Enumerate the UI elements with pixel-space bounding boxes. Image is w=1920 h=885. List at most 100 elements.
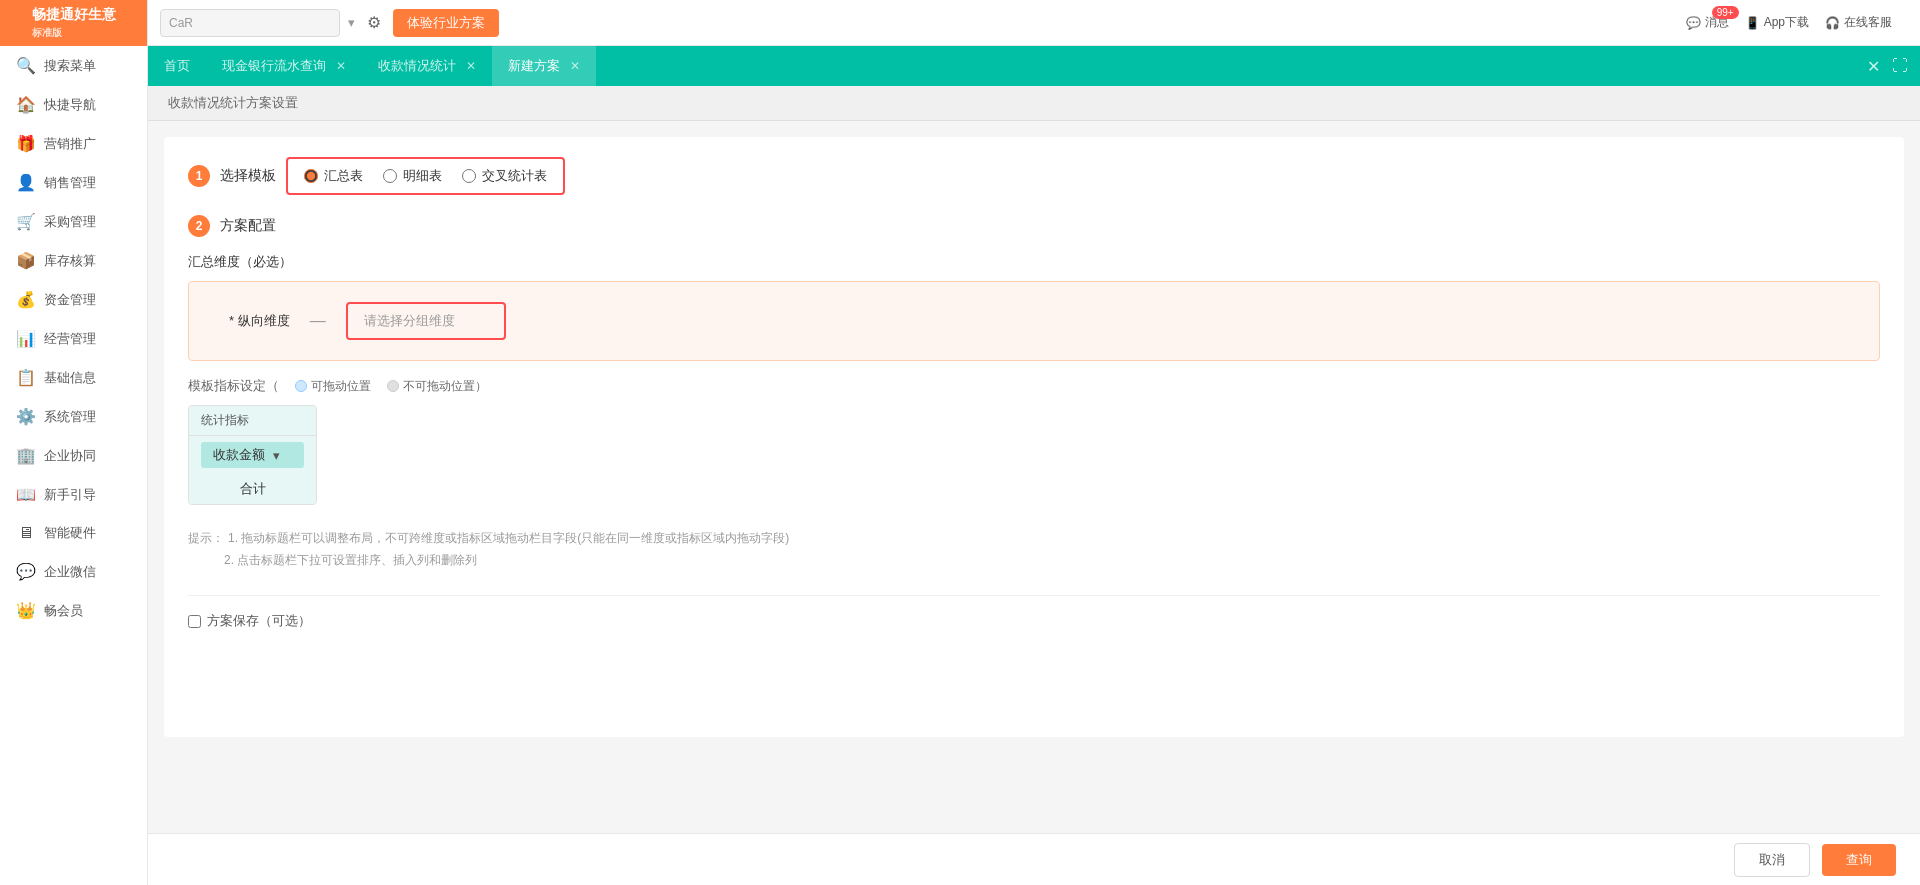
- online-service[interactable]: 🎧 在线客服: [1825, 14, 1892, 31]
- industry-btn[interactable]: 体验行业方案: [393, 9, 499, 37]
- radio-summary-input[interactable]: [304, 169, 318, 183]
- app-download[interactable]: 📱 App下载: [1745, 14, 1809, 31]
- step1-section: 1 选择模板 汇总表 明细表: [188, 157, 1880, 195]
- sidebar-label-inventory: 库存核算: [44, 252, 96, 270]
- draggable-dot-icon: [295, 380, 307, 392]
- gear-icon[interactable]: ⚙: [367, 13, 381, 32]
- step1-title: 选择模板: [220, 167, 276, 185]
- save-section: 方案保存（可选）: [188, 595, 1880, 630]
- expand-icon[interactable]: ⛶: [1892, 57, 1908, 75]
- search-menu-icon: 🔍: [16, 56, 36, 75]
- sidebar-label-hardware: 智能硬件: [44, 524, 96, 542]
- radio-cross-input[interactable]: [462, 169, 476, 183]
- radio-summary[interactable]: 汇总表: [304, 167, 363, 185]
- message-icon: 💬: [1686, 16, 1701, 30]
- stat-table: 统计指标 收款金额 ▾ 合计: [188, 405, 317, 505]
- list-icon: 📋: [16, 368, 36, 387]
- dimension-select[interactable]: 请选择分组维度: [346, 302, 506, 340]
- radio-detail-input[interactable]: [383, 169, 397, 183]
- sidebar-item-sales[interactable]: 👤 销售管理: [0, 163, 147, 202]
- search-input[interactable]: [160, 9, 340, 37]
- step1-num: 1: [188, 165, 210, 187]
- tab-home[interactable]: 首页: [148, 46, 206, 86]
- sidebar-item-system[interactable]: ⚙️ 系统管理: [0, 397, 147, 436]
- main-area: ▾ ⚙ 体验行业方案 💬 消息 99+ 📱 App下载 🎧 在线客服 首页: [148, 0, 1920, 885]
- sidebar-item-marketing[interactable]: 🎁 营销推广: [0, 124, 147, 163]
- query-button[interactable]: 查询: [1822, 844, 1896, 876]
- sidebar-item-hardware[interactable]: 🖥 智能硬件: [0, 514, 147, 552]
- sidebar-item-enterprise[interactable]: 🏢 企业协同: [0, 436, 147, 475]
- non-draggable-badge: 不可拖动位置）: [387, 378, 487, 395]
- sidebar-label-marketing: 营销推广: [44, 135, 96, 153]
- sidebar-label-base-info: 基础信息: [44, 369, 96, 387]
- monitor-icon: 🖥: [16, 524, 36, 542]
- message-notif[interactable]: 💬 消息 99+: [1686, 14, 1729, 31]
- breadcrumb: 收款情况统计方案设置: [148, 86, 1920, 121]
- radio-detail[interactable]: 明细表: [383, 167, 442, 185]
- sidebar-item-wechat[interactable]: 💬 企业微信: [0, 552, 147, 591]
- service-icon: 🎧: [1825, 16, 1840, 30]
- sidebar-item-operations[interactable]: 📊 经营管理: [0, 319, 147, 358]
- message-badge: 99+: [1712, 6, 1739, 19]
- user-icon: 👤: [16, 173, 36, 192]
- tab-bank-flow-label: 现金银行流水查询: [222, 57, 326, 75]
- template-selection-box: 汇总表 明细表 交叉统计表: [286, 157, 565, 195]
- tab-receipt-stat-label: 收款情况统计: [378, 57, 456, 75]
- sidebar-item-base-info[interactable]: 📋 基础信息: [0, 358, 147, 397]
- save-checkbox[interactable]: [188, 615, 201, 628]
- chevron-down-icon[interactable]: ▾: [348, 15, 355, 30]
- header-right: 💬 消息 99+ 📱 App下载 🎧 在线客服: [1686, 14, 1908, 31]
- book-icon: 📖: [16, 485, 36, 504]
- stat-cell-label: 收款金额: [213, 446, 265, 464]
- draggable-label: 可拖动位置: [311, 378, 371, 395]
- radio-cross[interactable]: 交叉统计表: [462, 167, 547, 185]
- chevron-down-stat-icon[interactable]: ▾: [273, 448, 280, 463]
- sidebar-label-wechat: 企业微信: [44, 563, 96, 581]
- sidebar-label-enterprise: 企业协同: [44, 447, 96, 465]
- sidebar-item-inventory[interactable]: 📦 库存核算: [0, 241, 147, 280]
- sidebar-item-guide[interactable]: 📖 新手引导: [0, 475, 147, 514]
- tab-home-label: 首页: [164, 57, 190, 75]
- step2-section: 2 方案配置 汇总维度（必选） * 纵向维度 — 请选择分组维度: [188, 215, 1880, 571]
- sidebar-item-quick-nav[interactable]: 🏠 快捷导航: [0, 85, 147, 124]
- sidebar-item-purchase[interactable]: 🛒 采购管理: [0, 202, 147, 241]
- money-icon: 💰: [16, 290, 36, 309]
- sidebar-item-search-menu[interactable]: 🔍 搜索菜单: [0, 46, 147, 85]
- step1-header: 1 选择模板 汇总表 明细表: [188, 157, 1880, 195]
- sidebar-item-finance[interactable]: 💰 资金管理: [0, 280, 147, 319]
- step2-num: 2: [188, 215, 210, 237]
- chat-icon: 💬: [16, 562, 36, 581]
- step2-title: 方案配置: [220, 217, 276, 235]
- sidebar: 畅捷通好生意 标准版 🔍 搜索菜单 🏠 快捷导航 🎁 营销推广 👤 销售管理 🛒…: [0, 0, 148, 885]
- template-radio-group: 汇总表 明细表 交叉统计表: [304, 167, 547, 185]
- radio-detail-label: 明细表: [403, 167, 442, 185]
- tab-bank-flow-close[interactable]: ✕: [336, 59, 346, 73]
- tab-new-plan-close[interactable]: ✕: [570, 59, 580, 73]
- tab-bank-flow[interactable]: 现金银行流水查询 ✕: [206, 46, 362, 86]
- sidebar-logo-sub: 标准版: [32, 26, 116, 40]
- sidebar-label-purchase: 采购管理: [44, 213, 96, 231]
- building-icon: 🏢: [16, 446, 36, 465]
- sidebar-logo: 畅捷通好生意 标准版: [0, 0, 147, 46]
- tab-receipt-stat[interactable]: 收款情况统计 ✕: [362, 46, 492, 86]
- stat-cell: 收款金额 ▾: [189, 436, 316, 474]
- sidebar-item-member[interactable]: 👑 畅会员: [0, 591, 147, 630]
- sidebar-label-finance: 资金管理: [44, 291, 96, 309]
- tab-receipt-stat-close[interactable]: ✕: [466, 59, 476, 73]
- cart-icon: 🛒: [16, 212, 36, 231]
- tab-new-plan[interactable]: 新建方案 ✕: [492, 46, 596, 86]
- stat-section-header: 统计指标: [189, 406, 316, 436]
- tip-item2: 2. 点击标题栏下拉可设置排序、插入列和删除列: [224, 553, 477, 567]
- app-label: App下载: [1764, 14, 1809, 31]
- tab-bar: 首页 现金银行流水查询 ✕ 收款情况统计 ✕ 新建方案 ✕ ✕ ⛶: [148, 46, 1920, 86]
- crown-icon: 👑: [16, 601, 36, 620]
- close-window-icon[interactable]: ✕: [1867, 57, 1880, 76]
- cancel-button[interactable]: 取消: [1734, 843, 1810, 877]
- tips-title: 提示：: [188, 528, 224, 550]
- sidebar-label-guide: 新手引导: [44, 486, 96, 504]
- content-area: 收款情况统计方案设置 1 选择模板 汇总表: [148, 86, 1920, 833]
- save-checkbox-label[interactable]: 方案保存（可选）: [188, 612, 311, 630]
- service-label: 在线客服: [1844, 14, 1892, 31]
- tab-new-plan-label: 新建方案: [508, 57, 560, 75]
- stat-cell-inner[interactable]: 收款金额 ▾: [201, 442, 304, 468]
